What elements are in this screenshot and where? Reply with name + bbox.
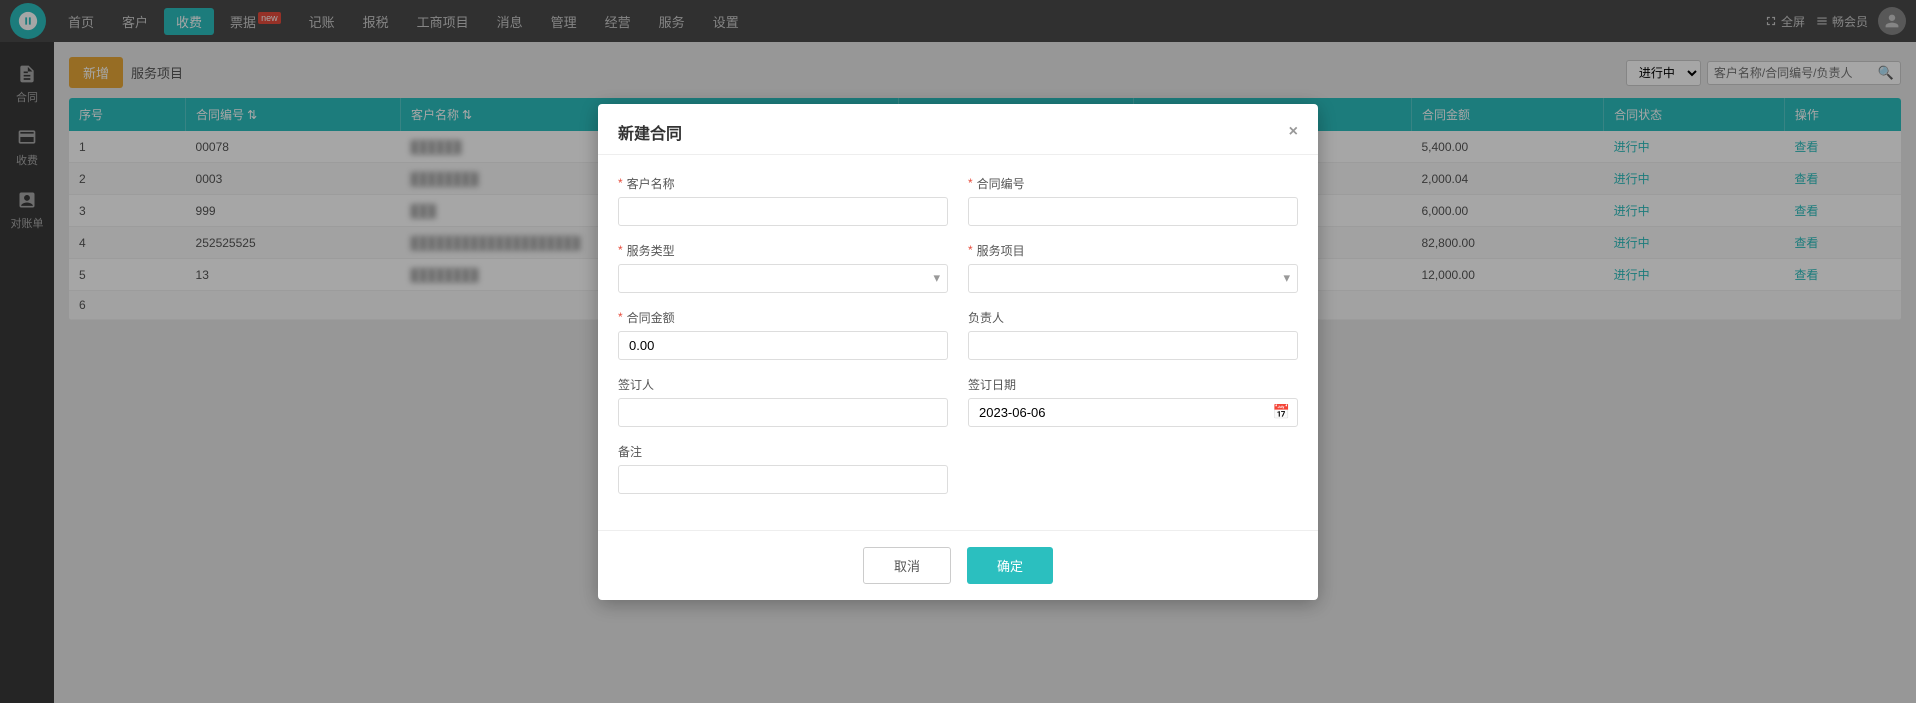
service-item-field: * 服务项目	[968, 242, 1298, 293]
service-type-field: * 服务类型	[618, 242, 948, 293]
sign-date-input[interactable]	[968, 398, 1298, 427]
service-item-label: * 服务项目	[968, 242, 1298, 259]
person-in-charge-input[interactable]	[968, 331, 1298, 360]
service-type-label: * 服务类型	[618, 242, 948, 259]
contract-amount-input[interactable]	[618, 331, 948, 360]
customer-name-field: * 客户名称	[618, 175, 948, 226]
customer-name-label: * 客户名称	[618, 175, 948, 192]
calendar-icon[interactable]: 📅	[1273, 404, 1290, 421]
customer-name-input[interactable]	[618, 197, 948, 226]
contract-amount-field: * 合同金额	[618, 309, 948, 360]
sign-date-label: 签订日期	[968, 376, 1298, 393]
signer-input[interactable]	[618, 398, 948, 427]
person-in-charge-field: 负责人	[968, 309, 1298, 360]
cancel-button[interactable]: 取消	[863, 547, 951, 584]
remark-spacer	[968, 443, 1298, 494]
signer-label: 签订人	[618, 376, 948, 393]
service-item-select[interactable]	[968, 264, 1298, 293]
service-item-select-wrapper	[968, 264, 1298, 293]
remark-input[interactable]	[618, 465, 948, 494]
modal-footer: 取消 确定	[598, 530, 1318, 600]
contract-no-input[interactable]	[968, 197, 1298, 226]
form-row-5: 备注	[618, 443, 1298, 494]
modal-header: 新建合同 ×	[598, 104, 1318, 155]
sign-date-wrapper: 📅	[968, 398, 1298, 427]
new-contract-modal: 新建合同 × * 客户名称 * 合同编号	[598, 104, 1318, 600]
signer-field: 签订人	[618, 376, 948, 427]
remark-field: 备注	[618, 443, 948, 494]
modal-overlay[interactable]: 新建合同 × * 客户名称 * 合同编号	[0, 0, 1916, 703]
confirm-button[interactable]: 确定	[967, 547, 1053, 584]
remark-label: 备注	[618, 443, 948, 460]
form-row-3: * 合同金额 负责人	[618, 309, 1298, 360]
person-in-charge-label: 负责人	[968, 309, 1298, 326]
modal-close-button[interactable]: ×	[1289, 123, 1298, 141]
service-type-select[interactable]	[618, 264, 948, 293]
service-type-select-wrapper	[618, 264, 948, 293]
form-row-1: * 客户名称 * 合同编号	[618, 175, 1298, 226]
modal-title: 新建合同	[618, 120, 682, 144]
modal-body: * 客户名称 * 合同编号 * 服	[598, 155, 1318, 530]
contract-no-label: * 合同编号	[968, 175, 1298, 192]
form-row-4: 签订人 签订日期 📅	[618, 376, 1298, 427]
form-row-2: * 服务类型 * 服务项目	[618, 242, 1298, 293]
sign-date-field: 签订日期 📅	[968, 376, 1298, 427]
contract-no-field: * 合同编号	[968, 175, 1298, 226]
contract-amount-label: * 合同金额	[618, 309, 948, 326]
